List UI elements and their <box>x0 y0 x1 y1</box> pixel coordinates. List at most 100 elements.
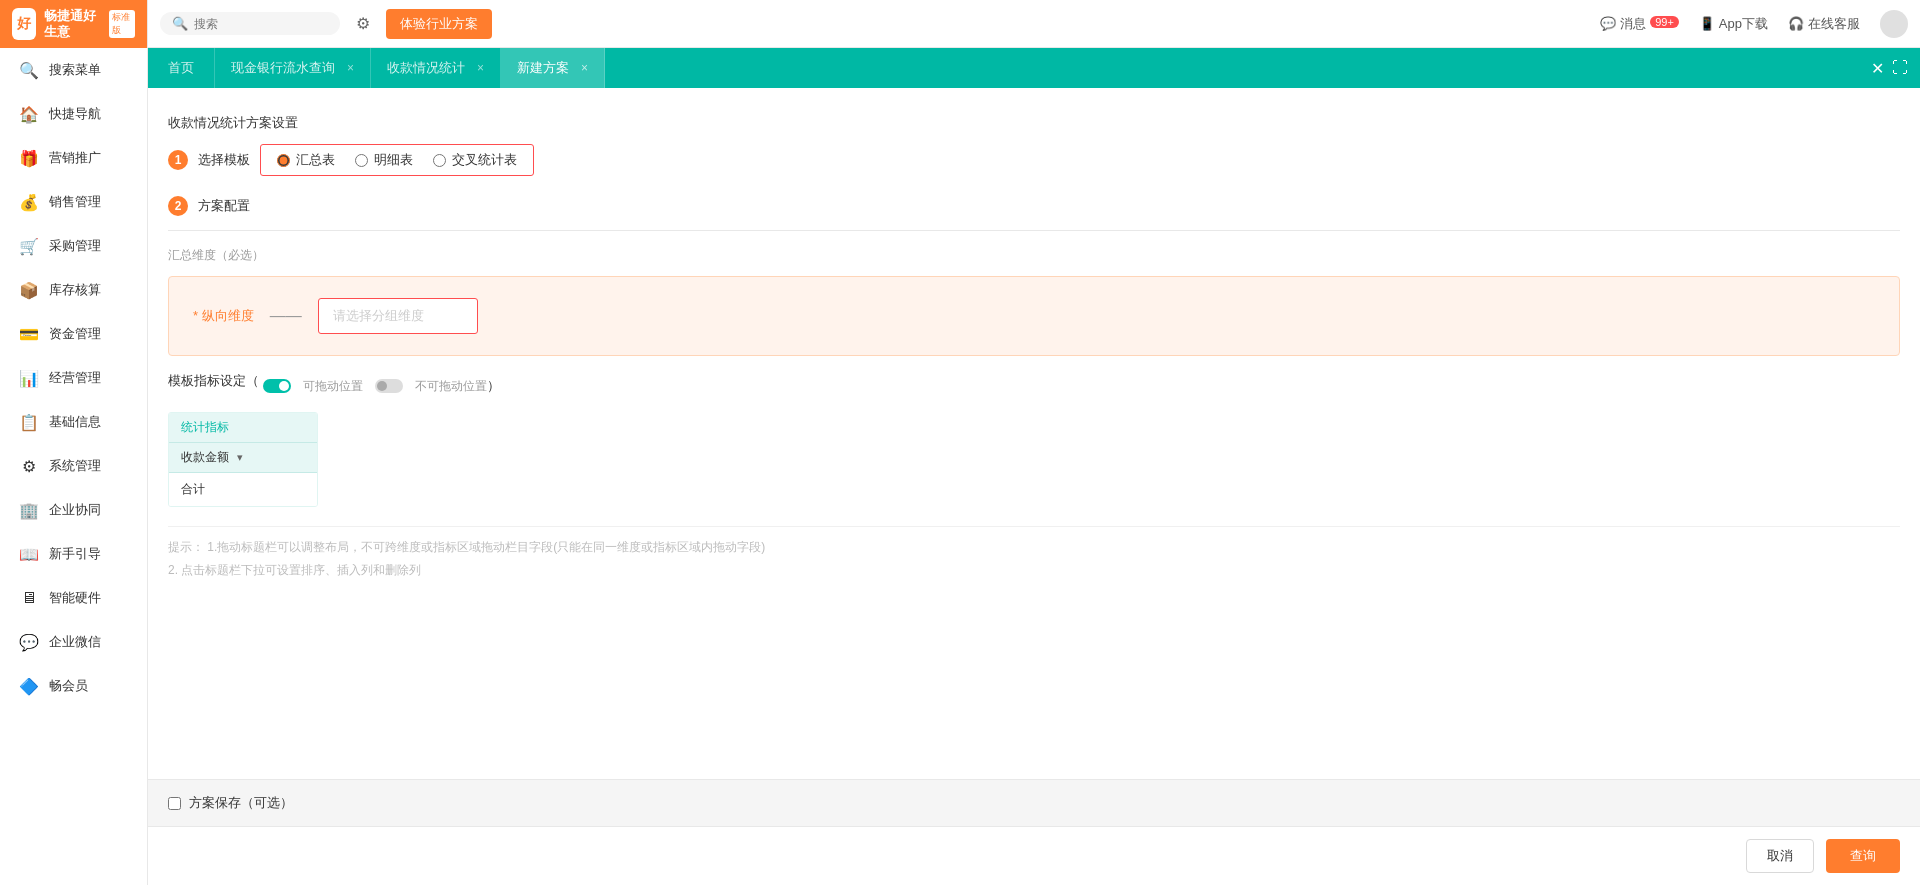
tab-bank-flow[interactable]: 现金银行流水查询 × <box>215 48 371 88</box>
step2-section: 2 方案配置 汇总维度（必选） * 纵向维度 —— 请选择分组维度 <box>168 196 1900 597</box>
radio-summary[interactable]: 汇总表 <box>277 151 335 169</box>
sidebar-item-label: 基础信息 <box>49 413 101 431</box>
sidebar-item-label: 搜索菜单 <box>49 61 101 79</box>
sidebar-item-quick-nav[interactable]: 🏠 快捷导航 <box>0 92 147 136</box>
query-button[interactable]: 查询 <box>1826 839 1900 873</box>
step2-number: 2 <box>168 196 188 216</box>
tab-collection-stat[interactable]: 收款情况统计 × <box>371 48 501 88</box>
metrics-col-label: 收款金额 <box>181 449 229 466</box>
service-label: 在线客服 <box>1808 15 1860 33</box>
tab-collection-stat-close-icon[interactable]: × <box>477 61 484 75</box>
sidebar-item-label: 库存核算 <box>49 281 101 299</box>
tab-collection-stat-label: 收款情况统计 <box>387 59 465 77</box>
sidebar-item-inventory[interactable]: 📦 库存核算 <box>0 268 147 312</box>
radio-detail-label: 明细表 <box>374 151 413 169</box>
topbar-right: 💬 消息 99+ 📱 App下载 🎧 在线客服 <box>1600 10 1908 38</box>
tab-home-label: 首页 <box>168 59 194 77</box>
tab-expand-icon[interactable]: ⛶ <box>1892 59 1908 77</box>
dimension-select[interactable]: 请选择分组维度 <box>318 298 478 334</box>
sidebar-item-enterprise-collab[interactable]: 🏢 企业协同 <box>0 488 147 532</box>
step2-header: 2 方案配置 <box>168 196 1900 216</box>
message-item[interactable]: 💬 消息 99+ <box>1600 15 1679 33</box>
radio-summary-input[interactable] <box>277 154 290 167</box>
search-input[interactable] <box>194 17 324 31</box>
sidebar-item-changyou[interactable]: 🔷 畅会员 <box>0 664 147 708</box>
tabbar: 首页 现金银行流水查询 × 收款情况统计 × 新建方案 × ✕ ⛶ <box>148 48 1920 88</box>
save-checkbox[interactable] <box>168 797 181 810</box>
sidebar-item-label: 畅会员 <box>49 677 88 695</box>
radio-cross[interactable]: 交叉统计表 <box>433 151 517 169</box>
settings-icon: ⚙ <box>19 457 39 476</box>
sidebar-item-finance[interactable]: 💳 资金管理 <box>0 312 147 356</box>
logo-badge: 标准版 <box>109 10 135 38</box>
sidebar-item-label: 新手引导 <box>49 545 101 563</box>
footer-buttons: 取消 查询 <box>148 826 1920 885</box>
topbar: 🔍 ⚙ 体验行业方案 💬 消息 99+ 📱 App下载 🎧 在线客服 <box>148 0 1920 48</box>
gift-icon: 🎁 <box>19 149 39 168</box>
search-box[interactable]: 🔍 <box>160 12 340 35</box>
money-icon: 💰 <box>19 193 39 212</box>
book-icon: 📖 <box>19 545 39 564</box>
app-download-label: App下载 <box>1719 15 1768 33</box>
sidebar-item-label: 快捷导航 <box>49 105 101 123</box>
home-icon: 🏠 <box>19 105 39 124</box>
trial-btn[interactable]: 体验行业方案 <box>386 9 492 39</box>
radio-cross-label: 交叉统计表 <box>452 151 517 169</box>
chart-icon: 📊 <box>19 369 39 388</box>
tab-home[interactable]: 首页 <box>148 48 215 88</box>
sidebar-item-smart-hardware[interactable]: 🖥 智能硬件 <box>0 576 147 620</box>
app-download-item[interactable]: 📱 App下载 <box>1699 15 1768 33</box>
metrics-table: 统计指标 收款金额 ▾ 合计 <box>168 412 318 507</box>
metrics-col-header[interactable]: 收款金额 ▾ <box>169 443 317 473</box>
radio-detail[interactable]: 明细表 <box>355 151 413 169</box>
step1-number: 1 <box>168 150 188 170</box>
user-avatar[interactable] <box>1880 10 1908 38</box>
dimension-area: * 纵向维度 —— 请选择分组维度 <box>168 276 1900 356</box>
sidebar-item-label: 企业协同 <box>49 501 101 519</box>
non-draggable-toggle[interactable] <box>375 379 403 393</box>
metrics-row-label: 合计 <box>181 482 205 496</box>
online-service-item[interactable]: 🎧 在线客服 <box>1788 15 1860 33</box>
tab-new-plan-label: 新建方案 <box>517 59 569 77</box>
sidebar-item-operations[interactable]: 📊 经营管理 <box>0 356 147 400</box>
sidebar-item-enterprise-wechat[interactable]: 💬 企业微信 <box>0 620 147 664</box>
tip-1: 提示： 1.拖动标题栏可以调整布局，不可跨维度或指标区域拖动栏目字段(只能在同一… <box>168 539 1900 556</box>
settings-gear-icon[interactable]: ⚙ <box>356 14 370 33</box>
metrics-row-cell: 合计 <box>169 473 317 506</box>
step1-header: 1 选择模板 汇总表 明细表 交叉统计表 <box>168 144 1900 176</box>
sidebar-item-marketing[interactable]: 🎁 营销推广 <box>0 136 147 180</box>
sidebar-logo: 好 畅捷通好生意 标准版 <box>0 0 147 48</box>
tab-bank-flow-label: 现金银行流水查询 <box>231 59 335 77</box>
sidebar-item-label: 采购管理 <box>49 237 101 255</box>
draggable-toggle[interactable] <box>263 379 291 393</box>
sidebar-item-purchase[interactable]: 🛒 采购管理 <box>0 224 147 268</box>
save-option-label[interactable]: 方案保存（可选） <box>189 794 293 812</box>
office-icon: 🏢 <box>19 501 39 520</box>
metrics-group-label: 统计指标 <box>181 420 229 434</box>
download-icon: 📱 <box>1699 16 1715 31</box>
sidebar-item-system[interactable]: ⚙ 系统管理 <box>0 444 147 488</box>
sidebar-item-sales[interactable]: 💰 销售管理 <box>0 180 147 224</box>
sidebar-item-newbie[interactable]: 📖 新手引导 <box>0 532 147 576</box>
cancel-button[interactable]: 取消 <box>1746 839 1814 873</box>
metrics-section: 模板指标设定（ 可拖动位置 不可拖动位置 ） 统计指标 <box>168 372 1900 510</box>
tab-bank-flow-close-icon[interactable]: × <box>347 61 354 75</box>
service-icon: 🎧 <box>1788 16 1804 31</box>
step1-section: 1 选择模板 汇总表 明细表 交叉统计表 <box>168 144 1900 176</box>
col-dropdown-icon[interactable]: ▾ <box>237 451 243 464</box>
monitor-icon: 🖥 <box>19 589 39 607</box>
sidebar-item-base-info[interactable]: 📋 基础信息 <box>0 400 147 444</box>
cart-icon: 🛒 <box>19 237 39 256</box>
sidebar-item-search[interactable]: 🔍 搜索菜单 <box>0 48 147 92</box>
tab-close-all-icon[interactable]: ✕ <box>1871 59 1884 78</box>
tab-new-plan-close-icon[interactable]: × <box>581 61 588 75</box>
clipboard-icon: 📋 <box>19 413 39 432</box>
tab-new-plan[interactable]: 新建方案 × <box>501 48 605 88</box>
sidebar-item-label: 企业微信 <box>49 633 101 651</box>
radio-detail-input[interactable] <box>355 154 368 167</box>
message-badge: 99+ <box>1650 16 1679 28</box>
non-draggable-label: 不可拖动位置 <box>415 378 487 395</box>
radio-cross-input[interactable] <box>433 154 446 167</box>
search-icon: 🔍 <box>172 16 188 31</box>
config-section: 汇总维度（必选） * 纵向维度 —— 请选择分组维度 模板指标设定（ 可拖动位置 <box>168 230 1900 597</box>
